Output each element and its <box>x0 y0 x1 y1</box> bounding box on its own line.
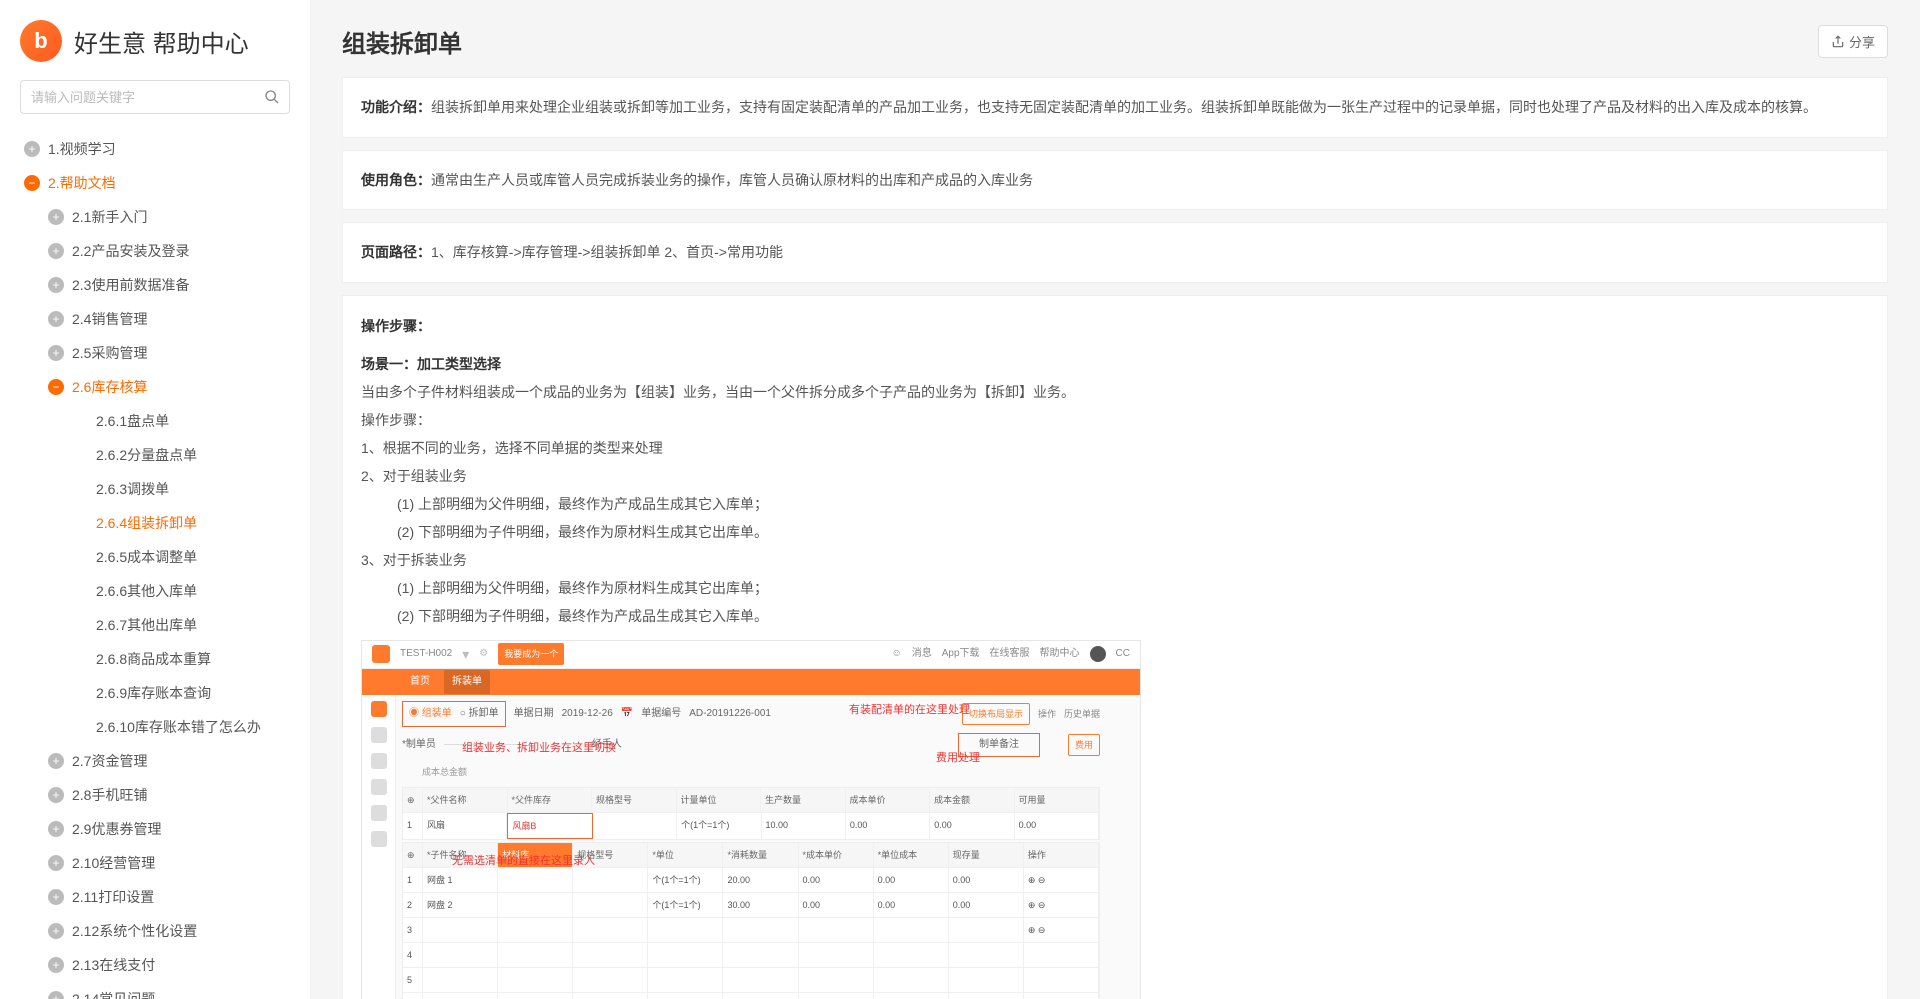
nav-2-13[interactable]: +2.13在线支付 <box>44 948 290 982</box>
sp-tab-doc: 拆装单 <box>444 670 490 694</box>
step3: 3、对于拆装业务 <box>361 546 1869 574</box>
minus-icon: − <box>48 379 64 395</box>
nav-2-9[interactable]: +2.9优惠券管理 <box>44 812 290 846</box>
plus-icon: + <box>48 855 64 871</box>
plus-icon: + <box>48 753 64 769</box>
nav-help-docs[interactable]: −2.帮助文档 <box>20 166 290 200</box>
nav-2-6-3[interactable]: 2.6.3调拨单 <box>92 472 290 506</box>
sp-layout-btn: 切换布局显示 <box>962 703 1030 725</box>
path-label: 页面路径： <box>361 244 431 260</box>
plus-icon: + <box>48 209 64 225</box>
nav-2-6-8[interactable]: 2.6.8商品成本重算 <box>92 642 290 676</box>
sp-env: TEST-H002 <box>400 644 452 664</box>
nav-2-14[interactable]: +2.14常见问题 <box>44 982 290 999</box>
sp-body: ◉ 组装单 ○ 拆卸单 单据日期 2019-12-26 📅 单据编号 AD-20… <box>362 695 1140 999</box>
main-content: 组装拆卸单 分享 功能介绍：组装拆卸单用来处理企业组装或拆卸等加工业务，支持有固… <box>310 0 1920 999</box>
sp-tabs: 首页 拆装单 <box>362 669 1140 695</box>
nav-2-5[interactable]: +2.5采购管理 <box>44 336 290 370</box>
nav-2-7[interactable]: +2.7资金管理 <box>44 744 290 778</box>
step3-1: (1) 上部明细为父件明细，最终作为原材料生成其它出库单； <box>361 574 1869 602</box>
sp-type-radio: ◉ 组装单 ○ 拆卸单 <box>402 701 506 727</box>
nav-2-6-2[interactable]: 2.6.2分量盘点单 <box>92 438 290 472</box>
plus-icon: + <box>48 821 64 837</box>
plus-icon: + <box>48 243 64 259</box>
scene1-title: 场景一：加工类型选择 <box>361 350 1869 378</box>
sp-user: CC <box>1116 644 1130 664</box>
plus-icon: + <box>48 787 64 803</box>
plus-icon: + <box>48 311 64 327</box>
share-button[interactable]: 分享 <box>1818 25 1888 58</box>
sp-logo-icon <box>372 645 390 663</box>
logo-icon: b <box>20 20 62 62</box>
page-title: 组装拆卸单 <box>342 24 462 59</box>
share-label: 分享 <box>1849 32 1875 51</box>
nav-2-2[interactable]: +2.2产品安装及登录 <box>44 234 290 268</box>
nav-2-6-4[interactable]: 2.6.4组装拆卸单 <box>92 506 290 540</box>
nav-video-learning[interactable]: +1.视频学习 <box>20 132 290 166</box>
sp-anno1: 有装配清单的在这里处理 <box>849 699 970 721</box>
nav-2-6-5[interactable]: 2.6.5成本调整单 <box>92 540 290 574</box>
nav-2-6-9[interactable]: 2.6.9库存账本查询 <box>92 676 290 710</box>
sp-avatar-icon <box>1090 646 1106 662</box>
sp-app: App下载 <box>942 644 980 664</box>
sp-topbar: TEST-H002 ▾ ⚙ 我要成为一个 ☺消息 App下载 在线客服 帮助中心… <box>362 641 1140 669</box>
sp-msg: 消息 <box>912 644 932 664</box>
nav-2-4[interactable]: +2.4销售管理 <box>44 302 290 336</box>
sp-parent-table: ⊕ *父件名称 *父件库存 规格型号 计量单位 生产数量 成本单价 成本金额 可… <box>402 787 1100 840</box>
plus-icon: + <box>48 957 64 973</box>
brand-title: 好生意 帮助中心 <box>74 24 249 59</box>
sp-help: 帮助中心 <box>1040 644 1080 664</box>
sidebar: b 好生意 帮助中心 +1.视频学习 −2.帮助文档 +2.1新手入门 +2.2… <box>0 0 310 999</box>
plus-icon: + <box>24 141 40 157</box>
plus-icon: + <box>48 345 64 361</box>
sp-top-btn: 我要成为一个 <box>498 643 564 665</box>
intro-label: 功能介绍： <box>361 99 431 115</box>
nav-2-6-6[interactable]: 2.6.6其他入库单 <box>92 574 290 608</box>
path-text: 1、库存核算->库存管理->组装拆卸单 2、首页->常用功能 <box>431 244 783 260</box>
intro-text: 组装拆卸单用来处理企业组装或拆卸等加工业务，支持有固定装配清单的产品加工业务，也… <box>431 99 1817 115</box>
nav-2-1[interactable]: +2.1新手入门 <box>44 200 290 234</box>
embedded-screenshot: TEST-H002 ▾ ⚙ 我要成为一个 ☺消息 App下载 在线客服 帮助中心… <box>361 640 1141 999</box>
panel-path: 页面路径：1、库存核算->库存管理->组装拆卸单 2、首页->常用功能 <box>342 222 1888 283</box>
nav-2-12[interactable]: +2.12系统个性化设置 <box>44 914 290 948</box>
step2-2: (2) 下部明细为子件明细，最终作为原材料生成其它出库单。 <box>361 518 1869 546</box>
search-icon <box>264 89 280 105</box>
search-wrap <box>20 80 290 114</box>
page-header: 组装拆卸单 分享 <box>342 24 1888 59</box>
nav-2-6-1[interactable]: 2.6.1盘点单 <box>92 404 290 438</box>
panel-role: 使用角色：通常由生产人员或库管人员完成拆装业务的操作，库管人员确认原材料的出库和… <box>342 150 1888 211</box>
sp-fee-btn: 费用 <box>1068 734 1100 756</box>
steps-label: 操作步骤： <box>361 312 1869 340</box>
share-icon <box>1831 35 1845 49</box>
sp-anno4: 无需选清单的直接在这里录入 <box>452 850 595 872</box>
brand-row: b 好生意 帮助中心 <box>20 20 290 62</box>
role-text: 通常由生产人员或库管人员完成拆装业务的操作，库管人员确认原材料的出库和产成品的入… <box>431 172 1033 188</box>
plus-icon: + <box>48 923 64 939</box>
nav-2-6-10[interactable]: 2.6.10库存账本错了怎么办 <box>92 710 290 744</box>
role-label: 使用角色： <box>361 172 431 188</box>
nav-2-6[interactable]: −2.6库存核算 <box>44 370 290 404</box>
nav-2-11[interactable]: +2.11打印设置 <box>44 880 290 914</box>
panel-steps: 操作步骤： 场景一：加工类型选择 当由多个子件材料组装成一个成品的业务为【组装】… <box>342 295 1888 999</box>
plus-icon: + <box>48 889 64 905</box>
minus-icon: − <box>24 175 40 191</box>
nav-2-6-7[interactable]: 2.6.7其他出库单 <box>92 608 290 642</box>
nav-2-8[interactable]: +2.8手机旺铺 <box>44 778 290 812</box>
steps-sub: 操作步骤： <box>361 406 1869 434</box>
step2-1: (1) 上部明细为父件明细，最终作为产成品生成其它入库单； <box>361 490 1869 518</box>
panel-intro: 功能介绍：组装拆卸单用来处理企业组装或拆卸等加工业务，支持有固定装配清单的产品加… <box>342 77 1888 138</box>
scene1-desc: 当由多个子件材料组装成一个成品的业务为【组装】业务，当由一个父件拆分成多个子产品… <box>361 378 1869 406</box>
nav-2-10[interactable]: +2.10经营管理 <box>44 846 290 880</box>
sp-tab-home: 首页 <box>402 670 438 694</box>
sp-anno3: 费用处理 <box>936 747 980 769</box>
plus-icon: + <box>48 277 64 293</box>
sp-cs: 在线客服 <box>990 644 1030 664</box>
step1: 1、根据不同的业务，选择不同单据的类型来处理 <box>361 434 1869 462</box>
nav-2-3[interactable]: +2.3使用前数据准备 <box>44 268 290 302</box>
step3-2: (2) 下部明细为子件明细，最终作为产成品生成其它入库单。 <box>361 602 1869 630</box>
search-input[interactable] <box>20 80 290 114</box>
step2: 2、对于组装业务 <box>361 462 1869 490</box>
sp-anno2: 组装业务、拆卸业务在这里切换 <box>462 737 616 759</box>
plus-icon: + <box>48 991 64 999</box>
